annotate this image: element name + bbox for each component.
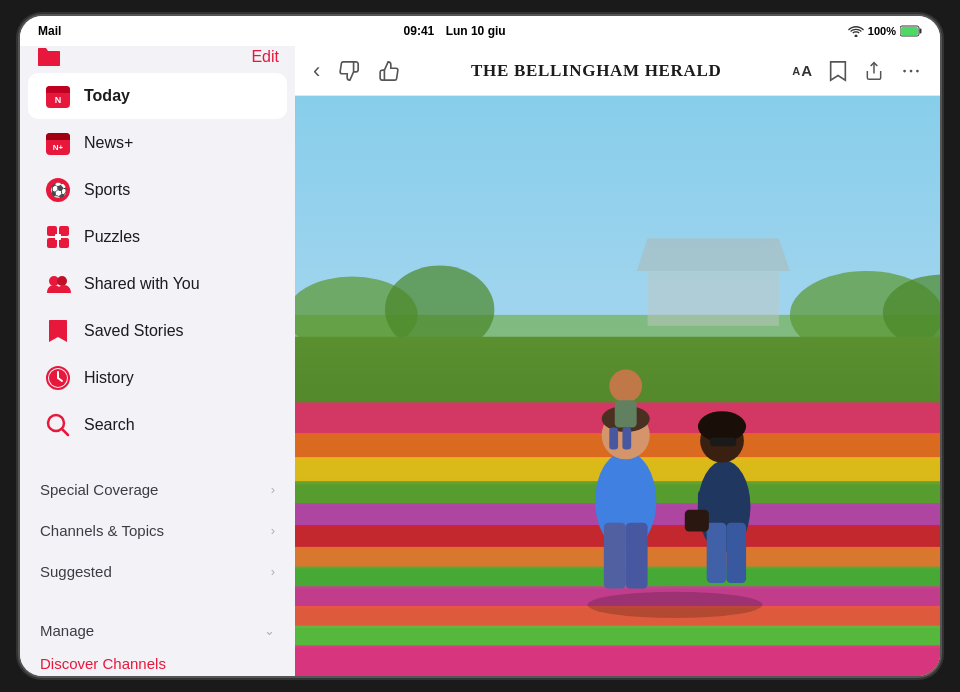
- shared-label: Shared with You: [84, 275, 200, 293]
- back-button[interactable]: ‹: [313, 58, 320, 84]
- status-center: 09:41 Lun 10 giu: [404, 24, 506, 38]
- dislike-button[interactable]: [338, 60, 360, 82]
- svg-rect-53: [604, 523, 626, 589]
- newsplus-icon: N+: [44, 129, 72, 157]
- svg-rect-59: [609, 428, 618, 450]
- status-right: 100%: [848, 25, 922, 37]
- svg-rect-3: [920, 29, 922, 34]
- svg-text:N: N: [55, 95, 62, 105]
- svg-point-30: [916, 69, 919, 72]
- article-image: [295, 96, 940, 676]
- svg-point-0: [854, 35, 857, 38]
- special-coverage-chevron: ›: [271, 482, 275, 497]
- sidebar-item-today[interactable]: N Today: [28, 73, 287, 119]
- channels-topics-label: Channels & Topics: [40, 522, 164, 539]
- status-time: 09:41: [404, 24, 435, 38]
- folder-icon: [36, 46, 62, 68]
- svg-rect-37: [648, 271, 779, 326]
- status-left: Mail: [38, 24, 61, 38]
- manage-chevron: ⌄: [264, 623, 275, 638]
- share-button[interactable]: [864, 60, 884, 82]
- sidebar-item-newsplus[interactable]: N+ News+: [28, 120, 287, 166]
- sidebar-item-puzzles[interactable]: Puzzles: [28, 214, 287, 260]
- manage-header[interactable]: Manage ⌄: [20, 612, 295, 645]
- sports-icon: ⚽: [44, 176, 72, 204]
- sidebar-item-channels-topics[interactable]: Channels & Topics ›: [20, 510, 295, 551]
- discover-channels-item[interactable]: Discover Channels: [20, 645, 295, 676]
- svg-rect-2: [901, 27, 918, 35]
- manage-label: Manage: [40, 622, 94, 639]
- svg-marker-38: [637, 238, 790, 271]
- battery-level: 100%: [868, 25, 896, 37]
- svg-point-20: [57, 276, 67, 286]
- svg-rect-60: [622, 428, 631, 450]
- battery-icon: [900, 25, 922, 37]
- status-date: Lun 10 giu: [446, 24, 506, 38]
- svg-text:N+: N+: [53, 143, 64, 152]
- wifi-icon: [848, 25, 864, 37]
- today-label: Today: [84, 87, 130, 105]
- special-coverage-label: Special Coverage: [40, 481, 158, 498]
- newsplus-label: News+: [84, 134, 133, 152]
- sidebar-item-saved[interactable]: Saved Stories: [28, 308, 287, 354]
- svg-rect-58: [615, 400, 637, 427]
- svg-rect-6: [46, 90, 70, 93]
- publication-title: The Bellingham Herald: [471, 61, 721, 81]
- svg-rect-50: [295, 626, 940, 648]
- search-nav-icon: [44, 411, 72, 439]
- more-button[interactable]: [900, 60, 922, 82]
- svg-rect-10: [46, 137, 70, 140]
- manage-section: Manage ⌄ Discover Channels Notifications…: [20, 604, 295, 676]
- sidebar-item-special-coverage[interactable]: Special Coverage ›: [20, 469, 295, 510]
- sidebar-item-history[interactable]: History: [28, 355, 287, 401]
- article-toolbar: ‹ The Bellingham Herald AA: [295, 46, 940, 96]
- svg-rect-62: [707, 523, 727, 583]
- svg-point-29: [910, 69, 913, 72]
- suggested-label: Suggested: [40, 563, 112, 580]
- edit-button[interactable]: Edit: [251, 48, 279, 66]
- sidebar-item-search[interactable]: Search: [28, 402, 287, 448]
- svg-line-26: [62, 429, 68, 435]
- app-container: Edit N Today: [20, 46, 940, 676]
- saved-label: Saved Stories: [84, 322, 184, 340]
- svg-rect-66: [710, 437, 736, 446]
- ipad-frame: Mail 09:41 Lun 10 giu 100%: [20, 16, 940, 676]
- sports-label: Sports: [84, 181, 130, 199]
- svg-text:⚽: ⚽: [50, 182, 68, 199]
- sidebar: Edit N Today: [20, 46, 295, 676]
- svg-point-69: [587, 592, 762, 618]
- sidebar-nav: N Today N+ News+: [20, 68, 295, 457]
- history-label: History: [84, 369, 134, 387]
- svg-rect-68: [685, 510, 709, 532]
- sidebar-item-sports[interactable]: ⚽ Sports: [28, 167, 287, 213]
- svg-rect-51: [295, 645, 940, 676]
- sidebar-item-shared[interactable]: Shared with You: [28, 261, 287, 307]
- search-label: Search: [84, 416, 135, 434]
- svg-rect-63: [726, 523, 746, 583]
- like-button[interactable]: [378, 60, 400, 82]
- main-content: ‹ The Bellingham Herald AA: [295, 46, 940, 676]
- history-icon: [44, 364, 72, 392]
- app-name: Mail: [38, 24, 61, 38]
- font-size-button[interactable]: AA: [792, 62, 812, 79]
- status-bar: Mail 09:41 Lun 10 giu 100%: [20, 16, 940, 46]
- saved-icon: [44, 317, 72, 345]
- puzzles-icon: [44, 223, 72, 251]
- scene-illustration: [295, 96, 940, 676]
- svg-point-57: [609, 370, 642, 403]
- toolbar-right: AA: [792, 60, 922, 82]
- svg-rect-18: [55, 234, 61, 240]
- today-icon: N: [44, 82, 72, 110]
- suggested-chevron: ›: [271, 564, 275, 579]
- sidebar-header: Edit: [20, 46, 295, 68]
- svg-rect-54: [626, 523, 648, 589]
- svg-point-28: [903, 69, 906, 72]
- puzzles-label: Puzzles: [84, 228, 140, 246]
- channels-topics-chevron: ›: [271, 523, 275, 538]
- bookmark-button[interactable]: [828, 60, 848, 82]
- toolbar-left: ‹: [313, 58, 400, 84]
- shared-icon: [44, 270, 72, 298]
- sidebar-item-suggested[interactable]: Suggested ›: [20, 551, 295, 592]
- svg-point-65: [698, 411, 746, 442]
